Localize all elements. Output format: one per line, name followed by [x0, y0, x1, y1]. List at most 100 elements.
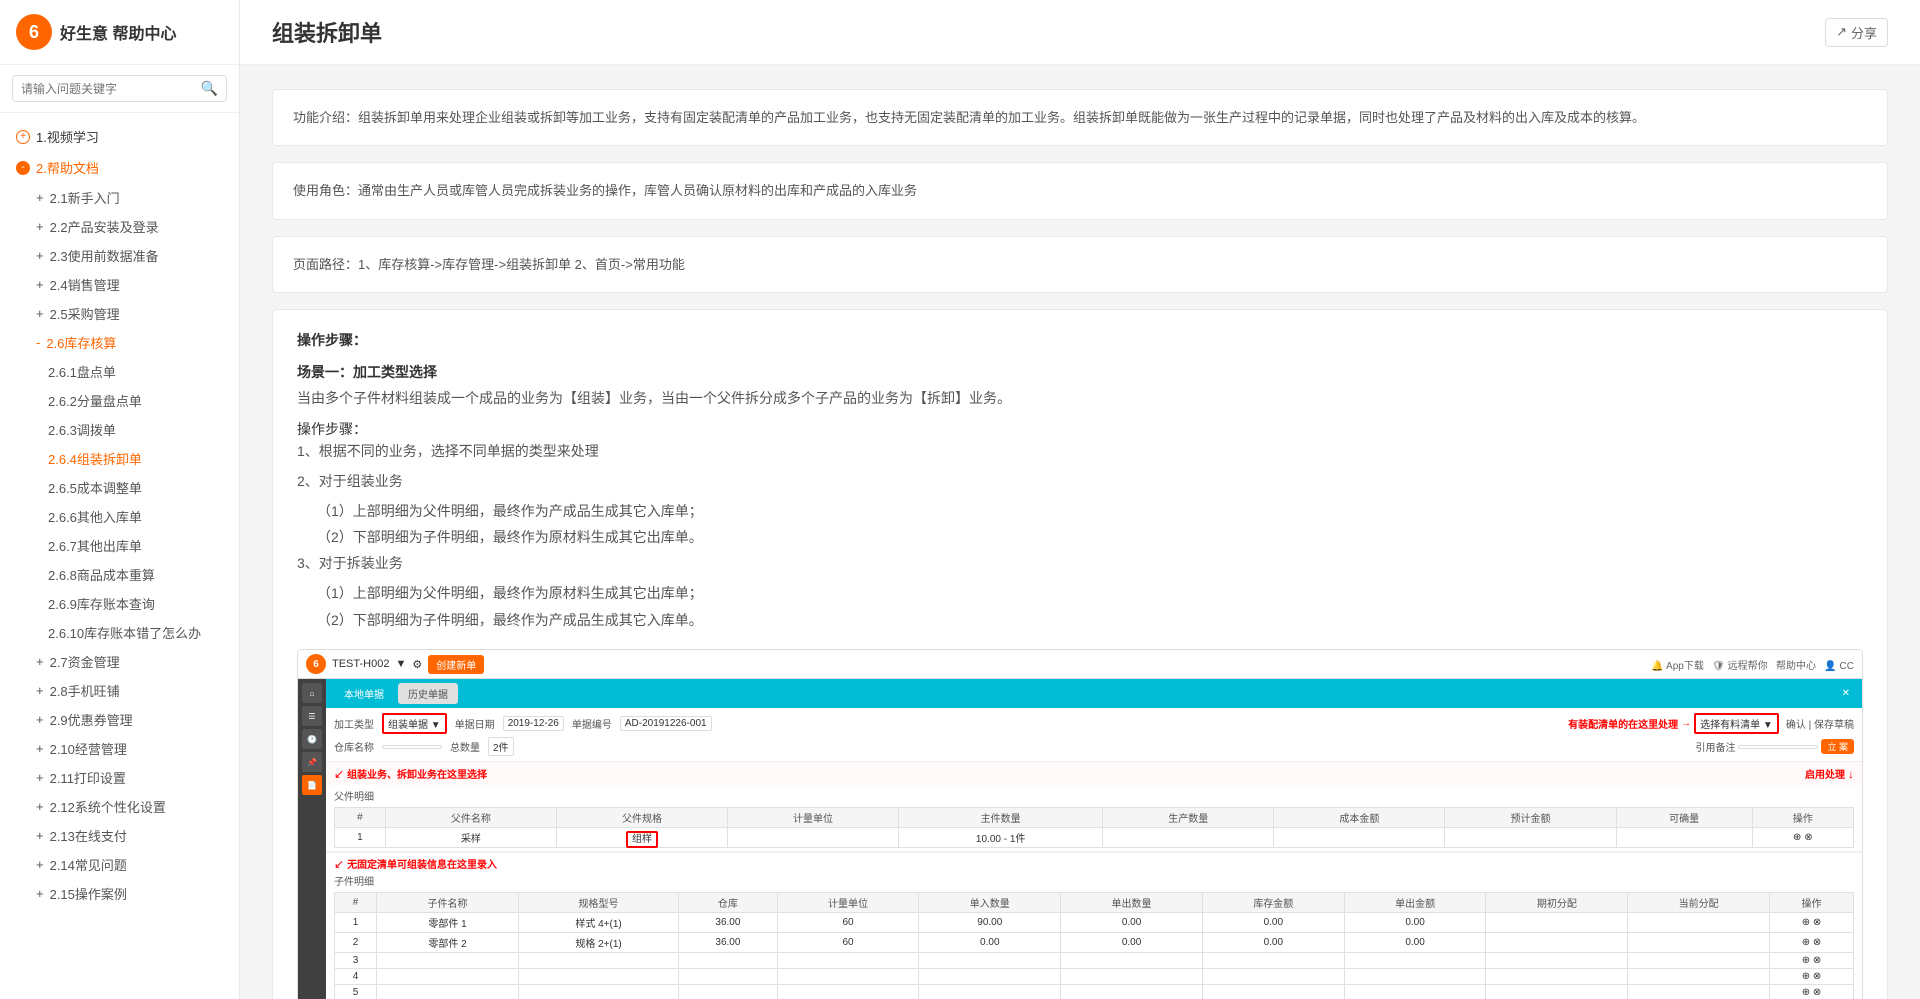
annotation1-text: 有装配清单的在这里处理: [1568, 716, 1678, 731]
sidebar-item-label: 2.1新手入门: [50, 188, 120, 207]
sidebar-item-label: 2.11打印设置: [50, 768, 126, 787]
sidebar-item-2-6-8[interactable]: 2.6.8商品成本重算: [0, 560, 239, 589]
nav-section-2: - 2.帮助文档 + 2.1新手入门 + 2.2产品安装及登录 + 2.3使用前…: [0, 152, 239, 908]
expand-icon-2-3: +: [36, 248, 44, 263]
sidebar-item-2-6-4[interactable]: 2.6.4组装拆卸单: [0, 444, 239, 473]
sidebar-item-2-9[interactable]: + 2.9优惠券管理: [0, 705, 239, 734]
sidebar-item-helpdoc[interactable]: - 2.帮助文档: [0, 152, 239, 183]
sim-tab-new[interactable]: 本地单据: [334, 683, 394, 704]
step3-sub1: （1）上部明细为父件明细，最终作为原材料生成其它出库单；: [297, 580, 1863, 607]
page-title: 组装拆卸单: [272, 16, 382, 48]
step1-text: 1、根据不同的业务，选择不同单据的类型来处理: [297, 439, 1863, 464]
sidebar-item-2-13[interactable]: + 2.13在线支付: [0, 821, 239, 850]
collapse-icon-2-6: -: [36, 335, 40, 350]
row-cost-amt: [1274, 828, 1445, 848]
nav-section-1: + 1.视频学习: [0, 121, 239, 152]
col-seq: #: [335, 808, 386, 828]
sidebar-item-2-1[interactable]: + 2.1新手入门: [0, 183, 239, 212]
sim-icons-right: 🔔 App下载 🛡 远程帮你 帮助中心 👤 CC: [1651, 657, 1854, 672]
col-est-amt: 预计金额: [1445, 808, 1616, 828]
sidebar-item-2-6-6[interactable]: 2.6.6其他入库单: [0, 502, 239, 531]
table-row: 1 零部件 1 样式 4+(1) 36.00 60 90.00 0.00 0.0…: [335, 913, 1854, 933]
sim-num-value: AD-20191226-001: [620, 716, 712, 731]
col-child-name: 子件名称: [377, 893, 519, 913]
spec-input-red[interactable]: 组样: [626, 831, 658, 848]
sim-form-row1: 加工类型 组装单据 ▼ 单据日期 2019-12-26 单据编号 AD-2019…: [334, 713, 1854, 734]
sidebar-item-label: 2.5采购管理: [50, 304, 120, 323]
sidebar-item-2-6-3[interactable]: 2.6.3调拨单: [0, 415, 239, 444]
intro-block-1: 功能介绍：组装拆卸单用来处理企业组装或拆卸等加工业务，支持有固定装配清单的产品加…: [272, 89, 1888, 146]
col-child-out-amt: 单出金额: [1344, 893, 1486, 913]
app-logo-icon: 6: [16, 14, 52, 50]
sim-parent-table: # 父件名称 父件规格 计量单位 主件数量 生产数量 成本金额 预计金额: [334, 807, 1854, 848]
main-content: 组装拆卸单 ↗ 分享 功能介绍：组装拆卸单用来处理企业组装或拆卸等加工业务，支持…: [240, 0, 1920, 999]
col-parent-spec: 父件规格: [556, 808, 727, 828]
sim-main-layout: ⌂ ☰ 🕐 📌 📄 本地单据 历史单据: [298, 679, 1862, 999]
sim-qty-label: 总数量: [450, 739, 480, 754]
sidebar-item-2-14[interactable]: + 2.14常见问题: [0, 850, 239, 879]
col-child-in-qty: 单入数量: [919, 893, 1061, 913]
sidebar-item-2-6-10[interactable]: 2.6.10库存账本错了怎么办: [0, 618, 239, 647]
sidebar-item-2-8[interactable]: + 2.8手机旺铺: [0, 676, 239, 705]
step2-text: 2、对于组装业务: [297, 469, 1863, 494]
sidebar-item-2-6-7[interactable]: 2.6.7其他出库单: [0, 531, 239, 560]
expand-icon-2-8: +: [36, 683, 44, 698]
step2-sub2: （2）下部明细为子件明细，最终作为原材料生成其它出库单。: [297, 524, 1863, 551]
sim-logo: 6: [306, 654, 326, 674]
col-child-out-qty: 单出数量: [1061, 893, 1203, 913]
share-icon: ↗: [1836, 24, 1847, 40]
col-parent-name: 父件名称: [385, 808, 556, 828]
share-button[interactable]: ↗ 分享: [1825, 18, 1888, 47]
search-box[interactable]: 🔍: [12, 75, 227, 102]
table-row: 5: [335, 985, 1854, 999]
sim-type-value[interactable]: 组装单据 ▼: [382, 713, 447, 734]
sidebar-item-2-10[interactable]: + 2.10经营管理: [0, 734, 239, 763]
col-child-cur-alloc: 当前分配: [1628, 893, 1770, 913]
search-icon[interactable]: 🔍: [201, 80, 218, 97]
expand-icon-2-15: +: [36, 886, 44, 901]
expand-icon-2-2: +: [36, 219, 44, 234]
sim-child-label: 子件明细: [334, 873, 1854, 888]
sim-date-label: 单据日期: [455, 716, 495, 731]
sidebar-item-2-6-9[interactable]: 2.6.9库存账本查询: [0, 589, 239, 618]
sidebar-item-2-6-2[interactable]: 2.6.2分量盘点单: [0, 386, 239, 415]
sidebar-item-video[interactable]: + 1.视频学习: [0, 121, 239, 152]
sidebar-item-2-3[interactable]: + 2.3使用前数据准备: [0, 241, 239, 270]
sidebar-item-2-12[interactable]: + 2.12系统个性化设置: [0, 792, 239, 821]
row-prod-qty: [1103, 828, 1274, 848]
sidebar-item-label: 2.8手机旺铺: [50, 681, 120, 700]
scenario-title: 场景一：加工类型选择: [297, 362, 1863, 382]
sidebar-item-label: 2.10经营管理: [50, 739, 127, 758]
sim-bom-select[interactable]: 选择有料清单 ▼: [1694, 713, 1779, 734]
intro-text-2: 使用角色：通常由生产人员或库管人员完成拆装业务的操作，库管人员确认原材料的出库和…: [293, 183, 917, 198]
sidebar-item-2-6-1[interactable]: 2.6.1盘点单: [0, 357, 239, 386]
nav-tree: + 1.视频学习 - 2.帮助文档 + 2.1新手入门 + 2.2产品安装及登录…: [0, 113, 239, 999]
sidebar-item-label: 2.帮助文档: [36, 158, 99, 177]
row-unit: [728, 828, 899, 848]
content-area: 功能介绍：组装拆卸单用来处理企业组装或拆卸等加工业务，支持有固定装配清单的产品加…: [240, 65, 1920, 999]
sim-apply-btn[interactable]: 立 案: [1821, 739, 1854, 754]
sim-qty-value: 2件: [488, 737, 514, 756]
sidebar-item-2-4[interactable]: + 2.4销售管理: [0, 270, 239, 299]
sidebar-item-2-5[interactable]: + 2.5采购管理: [0, 299, 239, 328]
sidebar-item-2-11[interactable]: + 2.11打印设置: [0, 763, 239, 792]
table-row: 4: [335, 969, 1854, 985]
col-unit: 计量单位: [728, 808, 899, 828]
sidebar-item-2-15[interactable]: + 2.15操作案例: [0, 879, 239, 908]
step3-text: 3、对于拆装业务: [297, 551, 1863, 576]
sim-tab-list[interactable]: 历史单据: [398, 683, 458, 704]
expand-icon-2-4: +: [36, 277, 44, 292]
sidebar-item-2-2[interactable]: + 2.2产品安装及登录: [0, 212, 239, 241]
sidebar-item-2-6[interactable]: - 2.6库存核算: [0, 328, 239, 357]
sim-new-btn[interactable]: 创建新单: [428, 655, 484, 674]
search-input[interactable]: [21, 82, 201, 96]
sim-doc-icon: 📄: [302, 775, 322, 795]
logo-area: 6 好生意 帮助中心: [0, 0, 239, 65]
sim-topbar: 6 TEST-H002 ▼ ⚙ 创建新单 🔔 App下载 🛡 远程帮你 帮助中心…: [298, 650, 1862, 679]
table-row: 2 零部件 2 规格 2+(1) 36.00 60 0.00 0.00 0.00: [335, 933, 1854, 953]
row-main-qty: 10.00 - 1件: [899, 828, 1103, 848]
annotation3-text: 组装业务、拆卸业务在这里选择: [347, 766, 487, 781]
sidebar-item-2-6-5[interactable]: 2.6.5成本调整单: [0, 473, 239, 502]
sidebar-item-2-7[interactable]: + 2.7资金管理: [0, 647, 239, 676]
intro-block-3: 页面路径：1、库存核算->库存管理->组装拆卸单 2、首页->常用功能: [272, 236, 1888, 293]
